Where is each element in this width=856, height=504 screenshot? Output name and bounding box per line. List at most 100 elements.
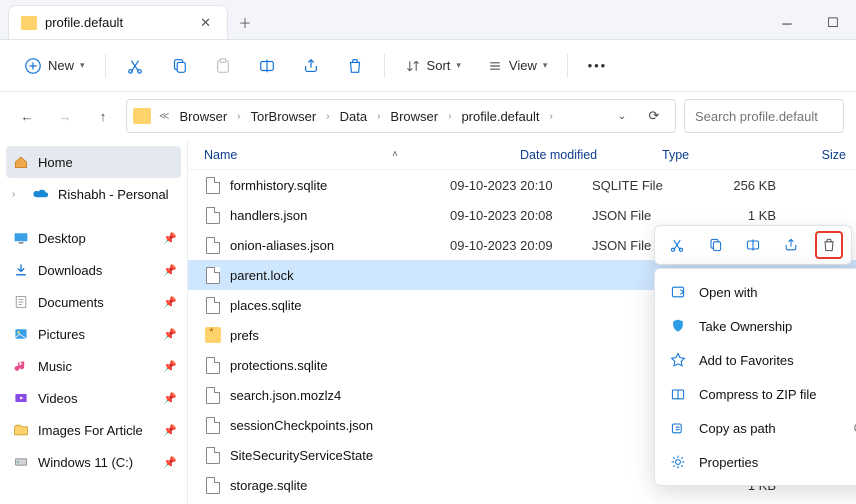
file-name: protections.sqlite: [230, 358, 450, 373]
ctx-take-ownership[interactable]: Take Ownership: [655, 309, 856, 343]
chevron-down-icon: ▾: [456, 60, 461, 71]
command-toolbar: New ▾ Sort ▾ View ▾ •••: [0, 40, 856, 92]
chevron-left-icon[interactable]: ≪: [157, 111, 171, 122]
pin-icon[interactable]: 📌: [163, 232, 177, 245]
col-date[interactable]: Date modified: [520, 148, 662, 162]
minimize-button[interactable]: ─: [764, 7, 810, 39]
ctx-add-favorites[interactable]: Add to Favorites: [655, 343, 856, 377]
breadcrumb-item[interactable]: profile.default: [455, 109, 545, 124]
context-quick-actions: [654, 225, 852, 265]
chevron-right-icon[interactable]: ›: [12, 189, 24, 200]
maximize-button[interactable]: ☐: [810, 7, 856, 39]
file-name: parent.lock: [230, 268, 450, 283]
sidebar-item-home[interactable]: Home: [6, 146, 181, 178]
sidebar-item-videos[interactable]: Videos📌: [0, 382, 187, 414]
file-date: 09-10-2023 20:10: [450, 178, 592, 193]
refresh-button[interactable]: ⟳: [639, 101, 669, 131]
sidebar-item-pictures[interactable]: Pictures 📌: [0, 318, 187, 350]
file-size: 256 KB: [710, 178, 786, 193]
file-name: prefs: [230, 328, 450, 343]
ctx-rename-button[interactable]: [739, 231, 767, 259]
ctx-add-favorites-label: Add to Favorites: [699, 353, 794, 368]
sidebar-item-documents[interactable]: Documents📌: [0, 286, 187, 318]
ctx-copy-button[interactable]: [701, 231, 729, 259]
copy-button[interactable]: [160, 49, 198, 83]
breadcrumb-item[interactable]: Browser: [173, 109, 233, 124]
file-row[interactable]: formhistory.sqlite09-10-2023 20:10SQLITE…: [188, 170, 856, 200]
pin-icon[interactable]: 📌: [163, 296, 177, 309]
music-icon: [12, 357, 30, 375]
breadcrumb-item[interactable]: Data: [334, 109, 373, 124]
share-button[interactable]: [292, 49, 330, 83]
context-menu: Open with Enter Take Ownership Add to Fa…: [654, 268, 856, 486]
view-button[interactable]: View ▾: [477, 49, 557, 83]
ctx-open-with[interactable]: Open with Enter: [655, 275, 856, 309]
ctx-compress-zip[interactable]: Compress to ZIP file: [655, 377, 856, 411]
sidebar-item-label: Windows 11 (C:): [38, 455, 133, 470]
star-icon: [669, 352, 687, 368]
copy-icon: [707, 237, 723, 253]
pin-icon[interactable]: 📌: [163, 424, 177, 437]
open-with-icon: [669, 284, 687, 300]
sidebar-item-onedrive[interactable]: › Rishabh - Personal: [0, 178, 187, 210]
ctx-open-with-label: Open with: [699, 285, 758, 300]
rename-button[interactable]: [248, 49, 286, 83]
share-icon: [783, 237, 799, 253]
up-button[interactable]: ↑: [88, 101, 118, 131]
scissors-icon: [126, 57, 144, 75]
windows-11-c--icon: [12, 453, 30, 471]
close-tab-icon[interactable]: ✕: [196, 15, 215, 31]
column-headers[interactable]: Name ˄ Date modified Type Size: [188, 140, 856, 170]
dropdown-button[interactable]: ⌄: [607, 101, 637, 131]
sidebar-item-desktop[interactable]: Desktop📌: [0, 222, 187, 254]
sidebar-item-downloads[interactable]: Downloads📌: [0, 254, 187, 286]
pin-icon[interactable]: 📌: [163, 328, 177, 341]
back-button[interactable]: ←: [12, 101, 42, 131]
pin-icon[interactable]: 📌: [163, 456, 177, 469]
col-type[interactable]: Type: [662, 148, 780, 162]
pin-icon[interactable]: 📌: [163, 264, 177, 277]
file-icon: [206, 177, 220, 194]
file-type: JSON File: [592, 208, 710, 223]
tab-title: profile.default: [45, 15, 123, 30]
sort-button[interactable]: Sort ▾: [395, 49, 471, 83]
sidebar-item-images-for-article[interactable]: Images For Article 📌: [0, 414, 187, 446]
col-size[interactable]: Size: [780, 148, 856, 162]
address-bar[interactable]: ≪ Browser› TorBrowser› Data› Browser› pr…: [126, 99, 676, 133]
forward-button[interactable]: →: [50, 101, 80, 131]
more-button[interactable]: •••: [578, 49, 616, 83]
chevron-down-icon: ▾: [543, 60, 548, 71]
cloud-icon: [32, 185, 50, 203]
sidebar-home-label: Home: [38, 155, 73, 170]
settings-file-icon: [205, 327, 221, 343]
delete-button[interactable]: [336, 49, 374, 83]
sort-icon: [405, 58, 421, 74]
ctx-cut-button[interactable]: [663, 231, 691, 259]
ctx-properties[interactable]: Properties Alt+Enter: [655, 445, 856, 479]
new-button[interactable]: New ▾: [14, 49, 95, 83]
new-tab-button[interactable]: ＋: [228, 5, 262, 39]
search-input[interactable]: [695, 109, 833, 124]
ctx-share-button[interactable]: [777, 231, 805, 259]
ctx-delete-button[interactable]: [815, 231, 843, 259]
cut-button[interactable]: [116, 49, 154, 83]
sidebar-item-label: Pictures: [38, 327, 85, 342]
file-name: storage.sqlite: [230, 478, 450, 493]
pin-icon[interactable]: 📌: [163, 392, 177, 405]
sidebar-item-music[interactable]: Music📌: [0, 350, 187, 382]
breadcrumb-item[interactable]: TorBrowser: [245, 109, 323, 124]
nav-sidebar: Home › Rishabh - Personal Desktop📌Downlo…: [0, 140, 188, 504]
paste-button[interactable]: [204, 49, 242, 83]
nav-row: ← → ↑ ≪ Browser› TorBrowser› Data› Brows…: [0, 92, 856, 140]
search-box[interactable]: [684, 99, 844, 133]
clipboard-icon: [214, 57, 232, 75]
pin-icon[interactable]: 📌: [163, 360, 177, 373]
ctx-copy-path[interactable]: Copy as path Ctrl+Shift+C: [655, 411, 856, 445]
sidebar-item-label: Images For Article: [38, 423, 143, 438]
trash-icon: [346, 57, 364, 75]
window-tab[interactable]: profile.default ✕: [8, 5, 228, 39]
col-name[interactable]: Name: [204, 148, 450, 162]
scissors-icon: [669, 237, 685, 253]
sidebar-item-windows-11-c-[interactable]: Windows 11 (C:) 📌: [0, 446, 187, 478]
breadcrumb-item[interactable]: Browser: [384, 109, 444, 124]
